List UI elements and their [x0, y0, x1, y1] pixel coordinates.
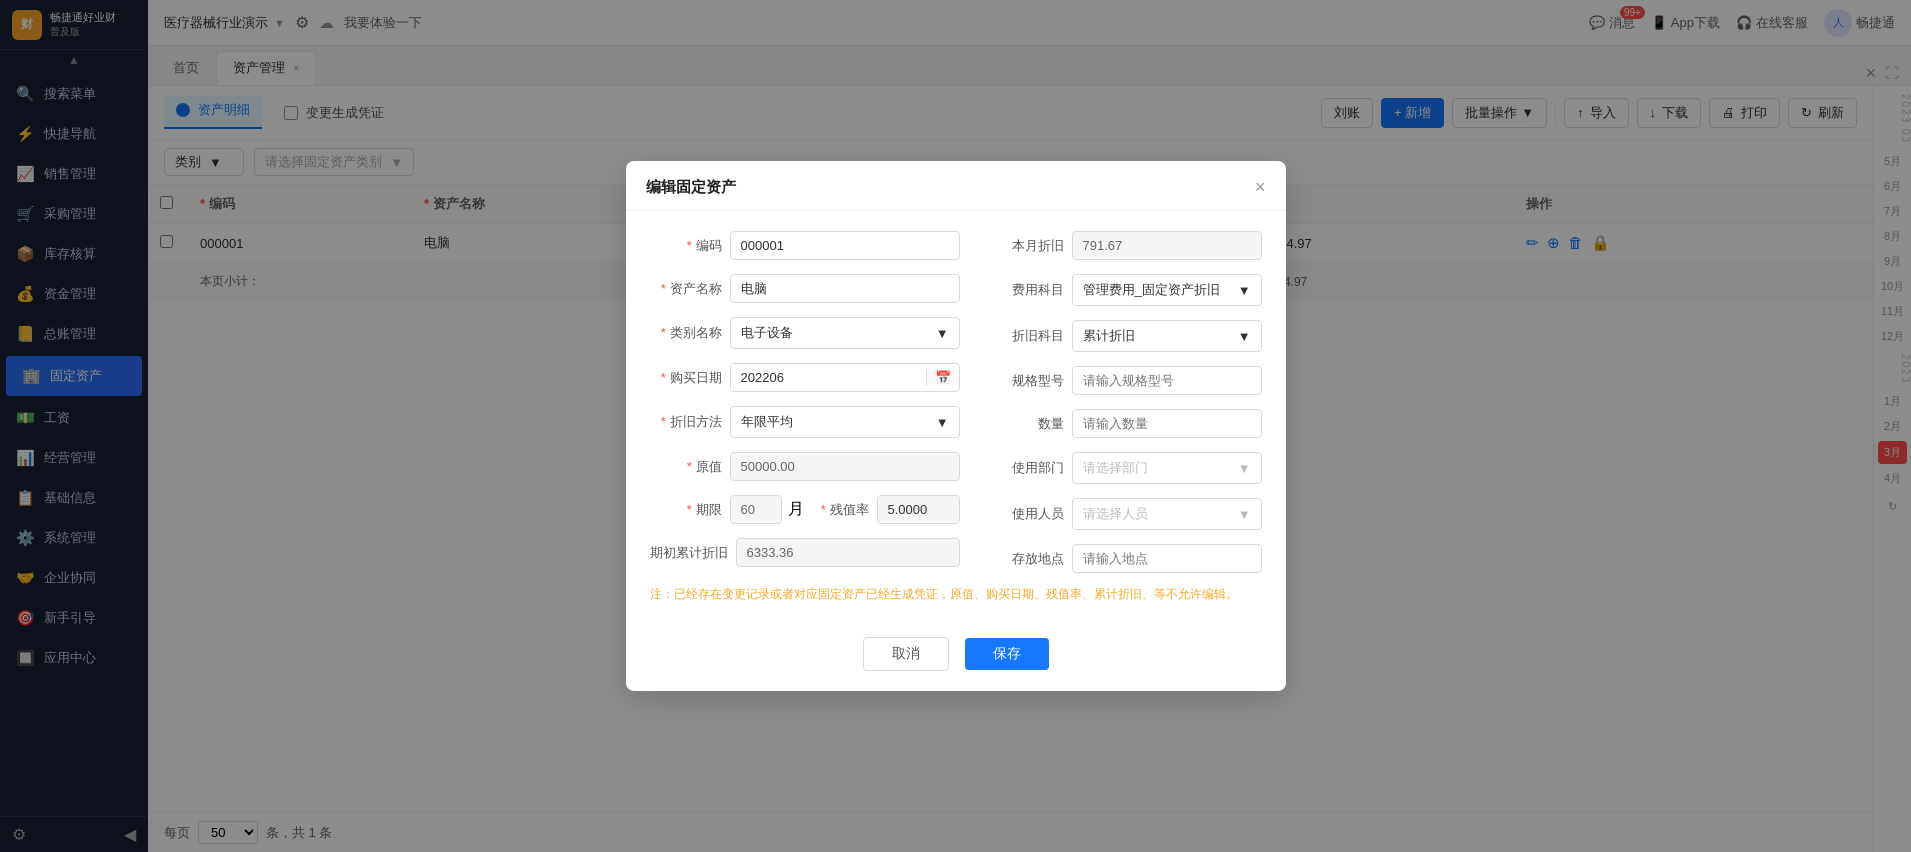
user-select[interactable]: 请选择人员 ▼: [1072, 498, 1262, 530]
modal-body: 编码 资产名称 类别名称 电子设备 ▼: [626, 211, 1286, 624]
cancel-button[interactable]: 取消: [863, 637, 949, 671]
purchase-date-row: 购买日期 📅: [650, 363, 960, 392]
chevron-down-icon: ▼: [1238, 283, 1251, 298]
expense-subject-value: 管理费用_固定资产折旧: [1083, 281, 1220, 299]
calendar-icon[interactable]: 📅: [926, 370, 959, 385]
category-label: 类别名称: [650, 324, 722, 342]
department-select[interactable]: 请选择部门 ▼: [1072, 452, 1262, 484]
purchase-date-wrapper: 📅: [730, 363, 960, 392]
purchase-date-input[interactable]: [731, 364, 926, 391]
monthly-depreciation-row: 本月折旧: [992, 231, 1262, 260]
location-label: 存放地点: [992, 550, 1064, 568]
expense-subject-label: 费用科目: [992, 281, 1064, 299]
code-field-row: 编码: [650, 231, 960, 260]
original-value-row: 原值: [650, 452, 960, 481]
user-row: 使用人员 请选择人员 ▼: [992, 498, 1262, 530]
period-input[interactable]: [730, 495, 782, 524]
original-value-input[interactable]: [730, 452, 960, 481]
location-row: 存放地点: [992, 544, 1262, 573]
residual-rate-wrapper: %: [877, 495, 960, 524]
code-input[interactable]: [730, 231, 960, 260]
depreciation-subject-select[interactable]: 累计折旧 ▼: [1072, 320, 1262, 352]
code-label: 编码: [650, 237, 722, 255]
period-group: 月: [730, 495, 811, 524]
chevron-down-icon: ▼: [936, 326, 949, 341]
chevron-down-icon: ▼: [1238, 329, 1251, 344]
spec-input[interactable]: [1072, 366, 1262, 395]
modal-overlay: 编辑固定资产 × 编码 资产名称: [0, 0, 1911, 852]
name-field-row: 资产名称: [650, 274, 960, 303]
chevron-down-icon: ▼: [1238, 461, 1251, 476]
initial-depreciation-input[interactable]: [736, 538, 960, 567]
category-field-row: 类别名称 电子设备 ▼: [650, 317, 960, 349]
depreciation-subject-label: 折旧科目: [992, 327, 1064, 345]
name-input[interactable]: [730, 274, 960, 303]
period-label: 期限: [650, 501, 722, 519]
category-value: 电子设备: [741, 324, 793, 342]
save-button[interactable]: 保存: [965, 638, 1049, 670]
form-grid: 编码 资产名称 类别名称 电子设备 ▼: [650, 231, 1262, 573]
modal-note: 注：已经存在变更记录或者对应固定资产已经生成凭证，原值、购买日期、残值率、累计折…: [650, 585, 1262, 604]
depreciation-subject-value: 累计折旧: [1083, 327, 1135, 345]
category-select[interactable]: 电子设备 ▼: [730, 317, 960, 349]
location-input[interactable]: [1072, 544, 1262, 573]
modal-close-button[interactable]: ×: [1255, 177, 1266, 198]
residual-rate-input[interactable]: [878, 496, 960, 523]
initial-depreciation-label: 期初累计折旧: [650, 544, 728, 562]
modal-title: 编辑固定资产: [646, 178, 736, 197]
edit-fixed-asset-modal: 编辑固定资产 × 编码 资产名称: [626, 161, 1286, 690]
expense-subject-row: 费用科目 管理费用_固定资产折旧 ▼: [992, 274, 1262, 306]
residual-rate-label: 残值率: [819, 501, 869, 519]
user-placeholder: 请选择人员: [1083, 505, 1148, 523]
department-row: 使用部门 请选择部门 ▼: [992, 452, 1262, 484]
quantity-label: 数量: [992, 415, 1064, 433]
user-label: 使用人员: [992, 505, 1064, 523]
department-label: 使用部门: [992, 459, 1064, 477]
period-residual-row: 期限 月 残值率 %: [650, 495, 960, 524]
period-unit: 月: [788, 499, 804, 520]
name-label: 资产名称: [650, 280, 722, 298]
depreciation-method-value: 年限平均: [741, 413, 793, 431]
quantity-row: 数量: [992, 409, 1262, 438]
spec-label: 规格型号: [992, 372, 1064, 390]
spec-row: 规格型号: [992, 366, 1262, 395]
modal-footer: 取消 保存: [626, 625, 1286, 691]
initial-depreciation-row: 期初累计折旧: [650, 538, 960, 567]
chevron-down-icon: ▼: [1238, 507, 1251, 522]
depreciation-subject-row: 折旧科目 累计折旧 ▼: [992, 320, 1262, 352]
modal-header: 编辑固定资产 ×: [626, 161, 1286, 211]
monthly-depreciation-label: 本月折旧: [992, 237, 1064, 255]
department-placeholder: 请选择部门: [1083, 459, 1148, 477]
monthly-depreciation-input: [1072, 231, 1262, 260]
depreciation-method-label: 折旧方法: [650, 413, 722, 431]
purchase-date-label: 购买日期: [650, 369, 722, 387]
depreciation-method-select[interactable]: 年限平均 ▼: [730, 406, 960, 438]
expense-subject-select[interactable]: 管理费用_固定资产折旧 ▼: [1072, 274, 1262, 306]
depreciation-method-row: 折旧方法 年限平均 ▼: [650, 406, 960, 438]
original-value-label: 原值: [650, 458, 722, 476]
quantity-input[interactable]: [1072, 409, 1262, 438]
chevron-down-icon: ▼: [936, 415, 949, 430]
